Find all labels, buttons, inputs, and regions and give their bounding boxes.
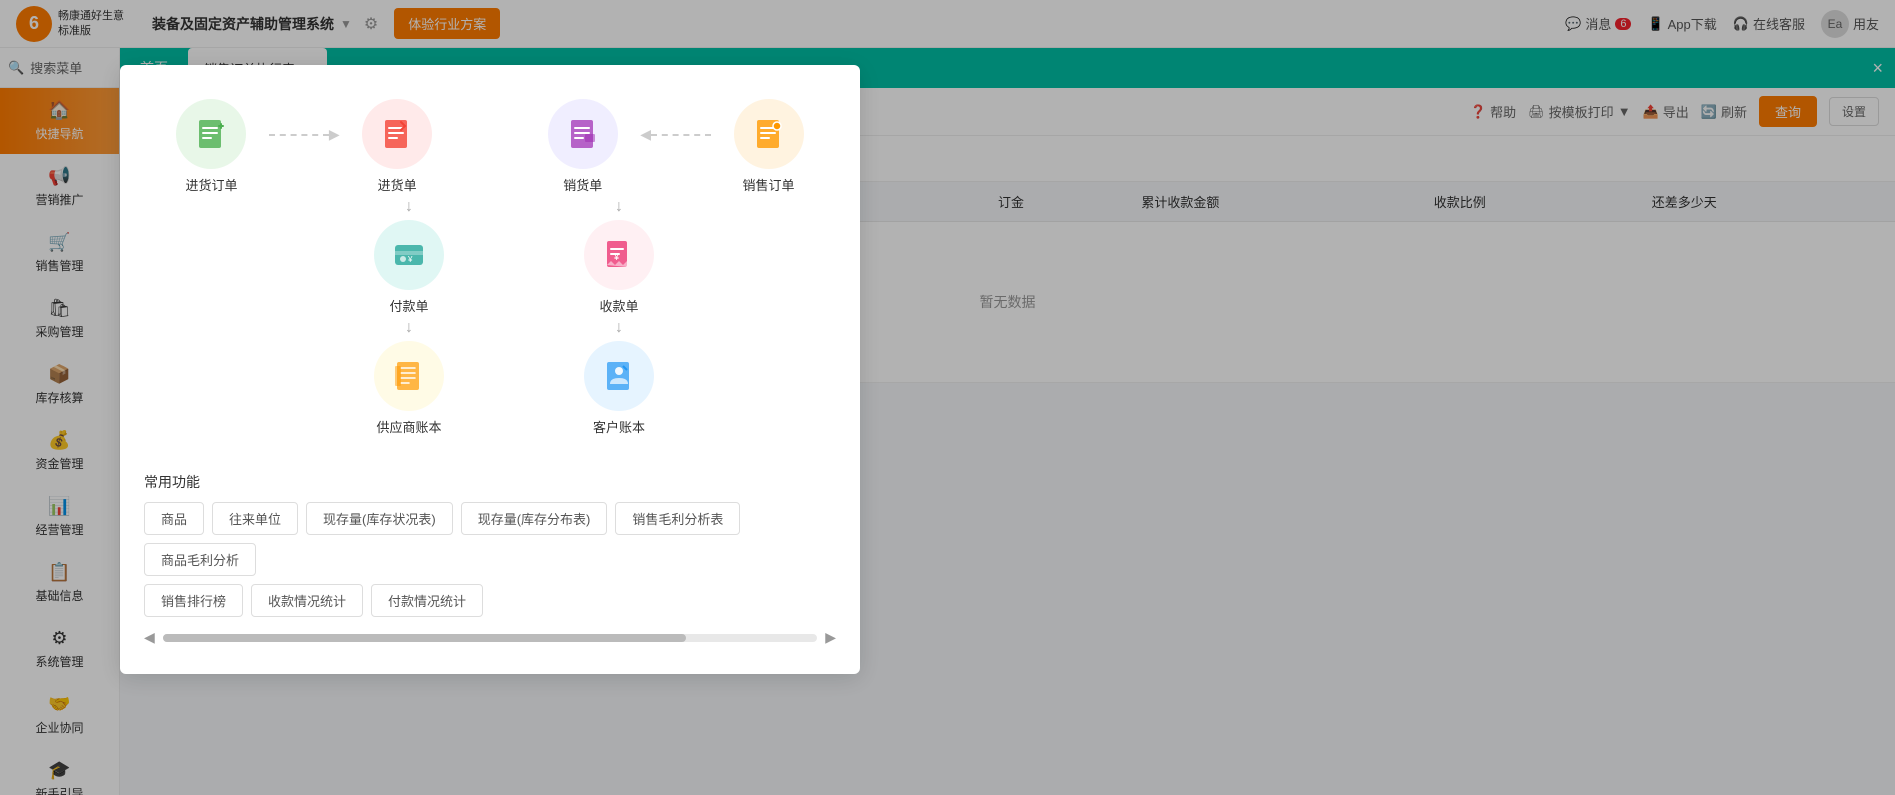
supplier-account-label: 供应商账本 <box>376 417 441 436</box>
flow-row-arrows: ↓ ↓ <box>154 194 826 220</box>
arrow-down-purchase: ↓ <box>344 196 474 218</box>
flow-row-arrows-2: ↓ ↓ <box>154 315 826 341</box>
flow-node-sales-order[interactable]: 销售订单 <box>711 99 826 194</box>
supplier-account-circle <box>374 341 444 411</box>
scroll-left-icon[interactable]: ◀ <box>144 629 155 646</box>
flow-node-payment-bill[interactable]: ¥ 付款单 <box>344 220 474 315</box>
flow-node-sales-bill[interactable]: 销货单 <box>525 99 640 194</box>
flow-node-receipt-bill[interactable]: ¥ 收款单 <box>554 220 684 315</box>
purchase-order-label: 进货订单 <box>185 175 237 194</box>
flow-node-purchase-bill[interactable]: 进货单 <box>340 99 455 194</box>
func-row-1: 商品 往来单位 现存量(库存状况表) 现存量(库存分布表) 销售毛利分析表 商品… <box>144 502 836 576</box>
receipt-bill-circle: ¥ <box>584 220 654 290</box>
flow-diagram: 进货订单 ▶ 进货单 <box>144 89 836 456</box>
func-sales-rank[interactable]: 销售排行榜 <box>144 584 243 617</box>
common-funcs: 常用功能 商品 往来单位 现存量(库存状况表) 现存量(库存分布表) 销售毛利分… <box>144 472 836 617</box>
func-partner[interactable]: 往来单位 <box>212 502 298 535</box>
arrow-purchase-order-to-bill: ▶ <box>269 126 340 167</box>
arrow-sales-order-to-bill: ◀ <box>640 126 711 167</box>
func-product[interactable]: 商品 <box>144 502 204 535</box>
scrollbar-thumb <box>163 634 687 642</box>
customer-account-circle <box>584 341 654 411</box>
func-stock-status[interactable]: 现存量(库存状况表) <box>306 502 453 535</box>
sales-bill-circle <box>548 99 618 169</box>
flow-row-3: 供应商账本 客户账本 <box>154 341 826 436</box>
func-receipt-stats[interactable]: 收款情况统计 <box>251 584 363 617</box>
flow-node-purchase-order[interactable]: 进货订单 <box>154 99 269 194</box>
payment-bill-circle: ¥ <box>374 220 444 290</box>
scroll-right-icon[interactable]: ▶ <box>825 629 836 646</box>
func-product-gross[interactable]: 商品毛利分析 <box>144 543 256 576</box>
common-funcs-title: 常用功能 <box>144 472 836 492</box>
quick-nav-modal: 进货订单 ▶ 进货单 <box>120 65 860 674</box>
func-row-2: 销售排行榜 收款情况统计 付款情况统计 <box>144 584 836 617</box>
receipt-bill-label: 收款单 <box>599 296 638 315</box>
func-sales-gross[interactable]: 销售毛利分析表 <box>615 502 740 535</box>
arrow-down-payment: ↓ <box>344 317 474 339</box>
sales-order-circle <box>734 99 804 169</box>
flow-row-1: 进货订单 ▶ 进货单 <box>154 99 826 194</box>
payment-bill-label: 付款单 <box>389 296 428 315</box>
purchase-bill-label: 进货单 <box>378 175 417 194</box>
svg-text:¥: ¥ <box>407 255 413 264</box>
svg-text:¥: ¥ <box>613 252 620 262</box>
sales-order-label: 销售订单 <box>743 175 795 194</box>
modal-overlay[interactable]: 进货订单 ▶ 进货单 <box>0 0 1895 795</box>
customer-account-label: 客户账本 <box>593 417 645 436</box>
func-stock-dist[interactable]: 现存量(库存分布表) <box>461 502 608 535</box>
sales-bill-label: 销货单 <box>563 175 602 194</box>
flow-node-customer-account[interactable]: 客户账本 <box>554 341 684 436</box>
arrow-down-receipt: ↓ <box>554 317 684 339</box>
flow-node-supplier-account[interactable]: 供应商账本 <box>344 341 474 436</box>
arrow-down-sales: ↓ <box>554 196 684 218</box>
modal-scrollbar: ◀ ▶ <box>144 625 836 650</box>
purchase-order-circle <box>176 99 246 169</box>
func-payment-stats[interactable]: 付款情况统计 <box>371 584 483 617</box>
purchase-bill-circle <box>362 99 432 169</box>
scrollbar-track[interactable] <box>163 634 817 642</box>
flow-row-2: ¥ 付款单 ¥ 收款单 <box>154 220 826 315</box>
